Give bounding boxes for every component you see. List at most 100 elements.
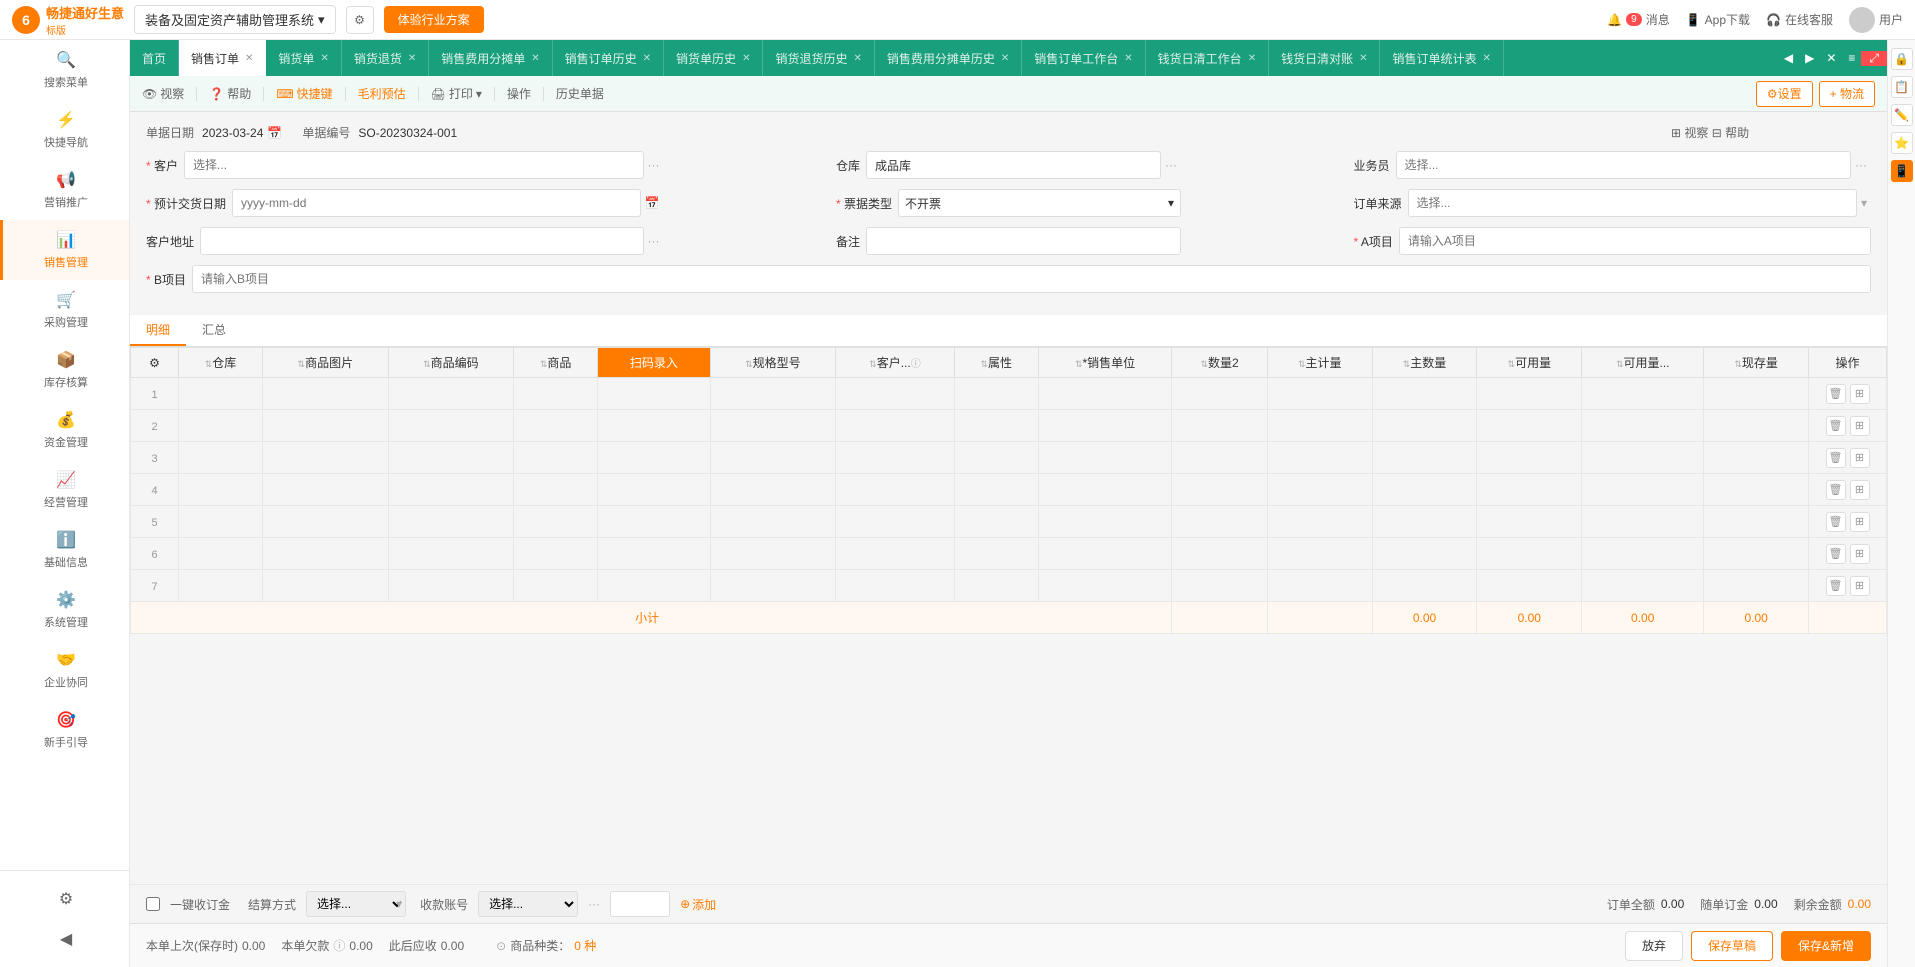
row-delete-1[interactable]: 🗑 — [1826, 384, 1846, 404]
staff-more-btn[interactable]: ··· — [1851, 158, 1871, 172]
industry-btn[interactable]: 体验行业方案 — [384, 6, 484, 33]
tab-9[interactable]: 销售订单工作台✕ — [1022, 40, 1145, 76]
tab-close-icon-2[interactable]: ✕ — [320, 53, 328, 64]
tab-10[interactable]: 钱货日清工作台✕ — [1146, 40, 1269, 76]
warehouse-more-btn[interactable]: ··· — [1161, 158, 1181, 172]
sidebar-item-营销推广[interactable]: 📢营销推广 — [0, 160, 129, 220]
tab-close-icon-8[interactable]: ✕ — [1001, 53, 1009, 64]
system-name-dropdown[interactable]: 装备及固定资产辅助管理系统 ▾ — [134, 5, 336, 34]
row-copy-7[interactable]: ⊞ — [1850, 576, 1870, 596]
payment-amount-input[interactable]: 0.00 — [610, 891, 670, 917]
th-warehouse[interactable]: ⇅仓库 — [179, 348, 263, 378]
tab-menu-button[interactable]: ≡ — [1842, 51, 1861, 65]
th-spec[interactable]: ⇅规格型号 — [710, 348, 836, 378]
toolbar-history[interactable]: 历史单据 — [556, 85, 604, 102]
row-delete-3[interactable]: 🗑 — [1826, 448, 1846, 468]
th-available2[interactable]: ⇅可用量... — [1582, 348, 1704, 378]
order-source-dropdown[interactable]: ▾ — [1857, 196, 1871, 210]
toolbar-help[interactable]: ❓ 帮助 — [209, 85, 251, 102]
tab-2[interactable]: 销货单✕ — [266, 40, 341, 76]
sidebar-item-搜索菜单[interactable]: 🔍搜索菜单 — [0, 40, 129, 100]
tab-close-icon-6[interactable]: ✕ — [742, 53, 750, 64]
sidebar-item-销售管理[interactable]: 📊销售管理 — [0, 220, 129, 280]
address-more-btn[interactable]: ··· — [644, 234, 664, 248]
app-download-button[interactable]: 📱 App下载 — [1686, 11, 1750, 28]
save-draft-button[interactable]: 保存草稿 — [1691, 931, 1773, 961]
tab-detail[interactable]: 明细 — [130, 315, 186, 346]
user-menu[interactable]: 用户 — [1849, 7, 1903, 33]
sidebar-item-快捷导航[interactable]: ⚡快捷导航 — [0, 100, 129, 160]
tab-close-button[interactable]: ✕ — [1820, 51, 1842, 65]
tab-3[interactable]: 销货退货✕ — [342, 40, 429, 76]
tab-next-button[interactable]: ▶ — [1799, 51, 1820, 65]
system-settings-button[interactable]: ⚙ — [346, 6, 374, 34]
sidebar-item-collapse[interactable]: ◀ — [0, 919, 129, 959]
tab-6[interactable]: 销货单历史✕ — [664, 40, 763, 76]
online-service-button[interactable]: 🎧 在线客服 — [1766, 11, 1833, 28]
th-qty2[interactable]: ⇅数量2 — [1172, 348, 1268, 378]
th-main_qty[interactable]: ⇅主数量 — [1372, 348, 1477, 378]
add-payment-button[interactable]: ⊕ 添加 — [680, 896, 716, 913]
save-new-button[interactable]: 保存&新增 — [1781, 931, 1871, 961]
right-panel-btn3[interactable]: ✏️ — [1891, 104, 1913, 126]
tab-close-icon-7[interactable]: ✕ — [853, 53, 861, 64]
toolbar-settings-button[interactable]: ⚙ 设置 — [1756, 81, 1813, 107]
calendar-icon[interactable]: 📅 — [267, 126, 282, 140]
th-image[interactable]: ⇅商品图片 — [263, 348, 389, 378]
b-project-input[interactable] — [192, 265, 1871, 293]
right-panel-btn5[interactable]: 📱 — [1891, 160, 1913, 182]
row-copy-1[interactable]: ⊞ — [1850, 384, 1870, 404]
customer-input[interactable] — [184, 151, 643, 179]
row-copy-3[interactable]: ⊞ — [1850, 448, 1870, 468]
right-panel-btn4[interactable]: ⭐ — [1891, 132, 1913, 154]
message-button[interactable]: 🔔 9 消息 — [1607, 11, 1670, 28]
th-stock[interactable]: ⇅现存量 — [1704, 348, 1809, 378]
toolbar-operation[interactable]: 操作 — [507, 85, 531, 102]
customer-more-btn[interactable]: ··· — [644, 158, 664, 172]
tab-1[interactable]: 销售订单✕ — [179, 40, 266, 76]
tab-0[interactable]: 首页 — [130, 40, 179, 76]
tab-7[interactable]: 销货退货历史✕ — [763, 40, 874, 76]
tab-close-icon-4[interactable]: ✕ — [531, 53, 539, 64]
tab-11[interactable]: 钱货日清对账✕ — [1269, 40, 1380, 76]
tab-4[interactable]: 销售费用分摊单✕ — [429, 40, 552, 76]
sidebar-item-经营管理[interactable]: 📈经营管理 — [0, 460, 129, 520]
address-input[interactable] — [200, 227, 643, 255]
tab-expand-button[interactable]: ⤢ — [1861, 51, 1887, 66]
toolbar-profit[interactable]: 毛利预估 — [358, 85, 406, 102]
table-settings-icon[interactable]: ⚙ — [149, 356, 160, 370]
warehouse-input[interactable] — [866, 151, 1161, 179]
payment-method-select[interactable]: 选择... — [306, 891, 406, 917]
view-btn[interactable]: ⊞ 视察 ⊟ 帮助 — [1671, 124, 1749, 141]
row-delete-2[interactable]: 🗑 — [1826, 416, 1846, 436]
tab-close-icon-10[interactable]: ✕ — [1248, 53, 1256, 64]
remark-input[interactable] — [866, 227, 1181, 255]
tab-close-icon-12[interactable]: ✕ — [1483, 53, 1491, 64]
row-copy-5[interactable]: ⊞ — [1850, 512, 1870, 532]
tab-8[interactable]: 销售费用分摊单历史✕ — [875, 40, 1022, 76]
row-copy-2[interactable]: ⊞ — [1850, 416, 1870, 436]
invoice-type-select[interactable]: 不开票 ▾ — [898, 189, 1181, 217]
tab-close-icon-9[interactable]: ✕ — [1124, 53, 1132, 64]
tab-close-icon-11[interactable]: ✕ — [1359, 53, 1367, 64]
row-delete-7[interactable]: 🗑 — [1826, 576, 1846, 596]
row-copy-6[interactable]: ⊞ — [1850, 544, 1870, 564]
right-panel-btn1[interactable]: 🔒 — [1891, 48, 1913, 70]
tab-5[interactable]: 销售订单历史✕ — [553, 40, 664, 76]
toolbar-print[interactable]: 🖨 打印 ▾ — [431, 85, 482, 102]
sidebar-item-资金管理[interactable]: 💰资金管理 — [0, 400, 129, 460]
row-delete-6[interactable]: 🗑 — [1826, 544, 1846, 564]
tab-prev-button[interactable]: ◀ — [1778, 51, 1799, 65]
right-panel-btn2[interactable]: 📋 — [1891, 76, 1913, 98]
th-unit[interactable]: ⇅*销售单位 — [1038, 348, 1172, 378]
sidebar-item-新手引导[interactable]: 🎯新手引导 — [0, 700, 129, 760]
sidebar-item-settings[interactable]: ⚙ — [0, 879, 129, 919]
calendar-icon2[interactable]: 📅 — [641, 196, 664, 210]
account-select[interactable]: 选择... — [478, 891, 578, 917]
discard-button[interactable]: 放弃 — [1625, 931, 1683, 961]
account-more-btn[interactable]: ··· — [588, 897, 600, 911]
delivery-date-input[interactable] — [232, 189, 641, 217]
sidebar-item-企业协同[interactable]: 🤝企业协同 — [0, 640, 129, 700]
sidebar-item-系统管理[interactable]: ⚙️系统管理 — [0, 580, 129, 640]
staff-input[interactable] — [1396, 151, 1851, 179]
